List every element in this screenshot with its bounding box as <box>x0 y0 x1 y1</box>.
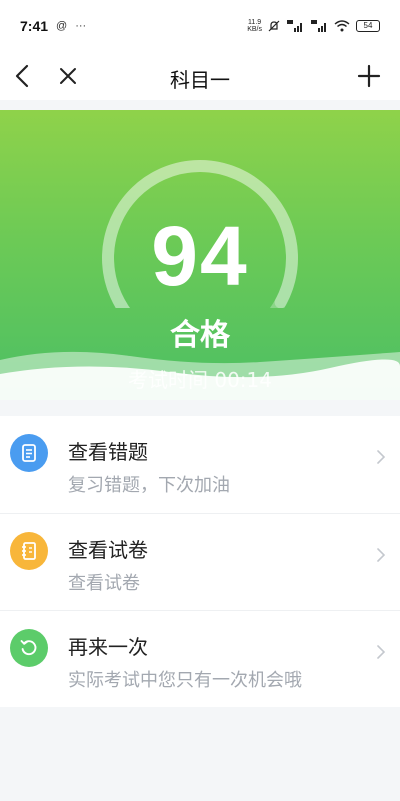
chevron-right-icon <box>377 548 386 562</box>
item-subtitle: 实际考试中您只有一次机会哦 <box>68 670 302 691</box>
score-value: 94 <box>151 209 249 303</box>
wave-decoration <box>0 351 400 400</box>
signal-hd-icon-2 <box>311 20 326 32</box>
more-notifications-icon: ··· <box>75 20 87 32</box>
retry-icon <box>20 640 37 656</box>
page-title: 科目一 <box>170 68 230 92</box>
item-subtitle: 复习错题，下次加油 <box>68 475 230 496</box>
item-icon-bg-0 <box>10 434 48 472</box>
review-wrong-questions-item[interactable]: 查看错题 复习错题，下次加油 <box>0 416 400 513</box>
chevron-right-icon <box>377 450 386 464</box>
doc-icon <box>22 444 36 462</box>
action-list: 查看错题 复习错题，下次加油 查看试卷 查看试卷 再来一次 实际考试中您只有一次… <box>0 416 400 707</box>
notebook-icon <box>22 542 36 560</box>
mute-icon <box>268 20 280 32</box>
net-speed: 11.9 KB/s <box>247 19 262 33</box>
item-title: 查看错题 <box>68 440 148 464</box>
item-title: 再来一次 <box>68 635 148 659</box>
net-speed-value: 11.9 <box>248 19 262 26</box>
item-title: 查看试卷 <box>68 538 148 562</box>
status-time: 7:41 <box>20 18 49 34</box>
battery-icon: 54 <box>356 20 380 32</box>
item-icon-bg-1 <box>10 532 48 570</box>
item-icon-bg-2 <box>10 629 48 667</box>
wifi-icon <box>334 20 350 32</box>
add-button[interactable] <box>353 60 385 92</box>
item-subtitle: 查看试卷 <box>68 573 140 594</box>
view-paper-item[interactable]: 查看试卷 查看试卷 <box>0 513 400 610</box>
net-speed-unit: KB/s <box>247 26 262 33</box>
result-hero: 94 合格 考试时间 00:14 <box>0 110 400 400</box>
plus-icon <box>357 64 381 88</box>
status-indicators: 11.9 KB/s 54 <box>247 19 380 33</box>
chevron-right-icon <box>377 645 386 659</box>
retry-item[interactable]: 再来一次 实际考试中您只有一次机会哦 <box>0 610 400 707</box>
at-icon: @ <box>56 20 68 32</box>
signal-hd-icon <box>287 20 302 32</box>
status-bar: 7:41 @ ··· 11.9 KB/s 54 <box>0 0 400 52</box>
nav-bar: 科目一 <box>0 52 400 100</box>
